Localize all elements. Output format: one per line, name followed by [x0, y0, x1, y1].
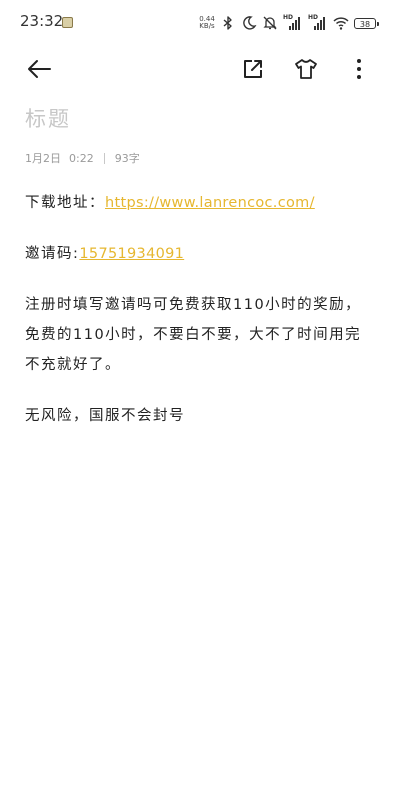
share-button[interactable]: [238, 54, 268, 84]
hd-signal-icon: HD: [283, 14, 303, 31]
theme-button[interactable]: [291, 54, 321, 84]
more-vertical-icon: [357, 59, 361, 79]
download-link[interactable]: https://www.lanrencoc.com/: [105, 195, 315, 211]
tshirt-theme-icon: [295, 59, 317, 79]
network-speed: 0.44 KB/s: [199, 16, 215, 30]
meta-divider: [103, 152, 105, 164]
bell-off-icon: [263, 16, 277, 30]
note-time: 0:22: [69, 151, 94, 165]
status-time: 23:32: [20, 12, 64, 30]
wifi-icon: [333, 17, 349, 30]
bluetooth-icon: [223, 16, 232, 30]
status-bar: 23:32 0.44 KB/s HD HD 38: [0, 0, 400, 46]
battery-icon: 38: [354, 17, 379, 29]
more-options-button[interactable]: [344, 54, 374, 84]
notification-icon: [62, 17, 73, 28]
download-line: 下载地址：https://www.lanrencoc.com/: [25, 188, 377, 218]
back-arrow-icon: [28, 60, 51, 78]
note-paragraph-1: 注册时填写邀请吗可免费获取110小时的奖励，免费的110小时，不要白不要，大不了…: [25, 297, 362, 373]
share-external-icon: [244, 60, 262, 78]
back-button[interactable]: [24, 54, 54, 84]
note-meta: 1月2日 0:22 93字: [25, 150, 140, 166]
network-speed-unit: KB/s: [199, 22, 215, 30]
hd-signal-icon: HD: [308, 14, 328, 31]
note-date: 1月2日: [25, 152, 61, 165]
note-char-count: 93字: [114, 152, 140, 165]
status-icons: 0.44 KB/s HD HD 38: [199, 14, 379, 32]
invite-label: 邀请码:: [25, 246, 80, 262]
note-paragraph-2: 无风险，国服不会封号: [25, 408, 185, 424]
note-title-input[interactable]: 标题: [25, 103, 71, 133]
note-body[interactable]: 下载地址：https://www.lanrencoc.com/ 邀请码:1575…: [25, 188, 377, 452]
toolbar: [0, 46, 400, 90]
moon-icon: [243, 16, 257, 30]
invite-code-link[interactable]: 15751934091: [79, 246, 184, 262]
download-label: 下载地址：: [25, 195, 105, 211]
invite-line: 邀请码:15751934091: [25, 239, 377, 269]
